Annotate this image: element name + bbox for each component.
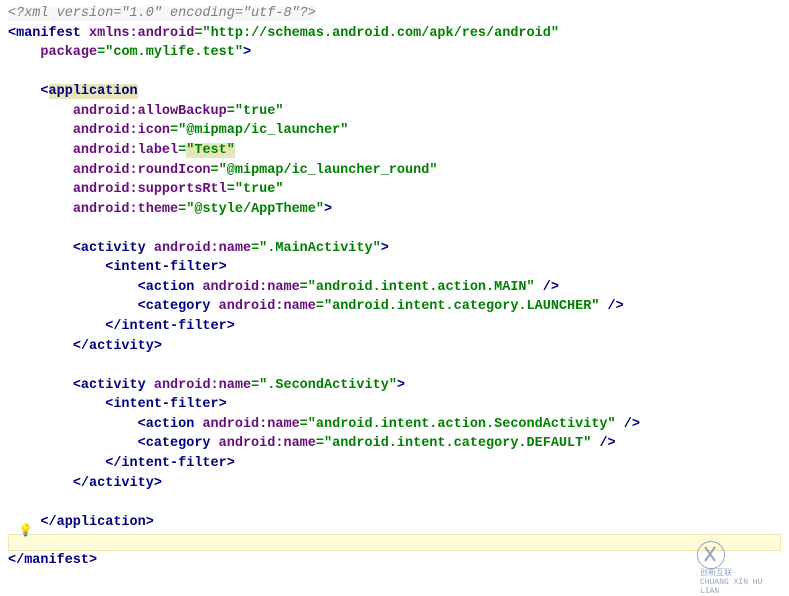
intent-filter2-open: <intent-filter>	[105, 397, 227, 412]
manifest-open-tag: <manifest	[8, 26, 81, 41]
xmlns-val: http://schemas.android.com/apk/res/andro…	[211, 26, 551, 41]
code-editor[interactable]: <?xml version="1.0" encoding="utf-8"?> <…	[8, 4, 781, 571]
package-val: com.mylife.test	[113, 45, 235, 60]
attr-theme: android:theme	[73, 202, 178, 217]
activity1-close: </activity>	[73, 339, 162, 354]
attr-supportsRtl: android:supportsRtl	[73, 182, 227, 197]
activity1-open: <activity	[73, 241, 146, 256]
attr-allowBackup: android:allowBackup	[73, 104, 227, 119]
intent-filter1-open: <intent-filter>	[105, 260, 227, 275]
activity2-open: <activity	[73, 378, 146, 393]
attr-icon: android:icon	[73, 123, 170, 138]
logo-circle-icon	[697, 541, 725, 569]
intent-filter1-close: </intent-filter>	[105, 319, 235, 334]
logo-text-en: CHUANG XIN HU LIAN	[700, 578, 762, 596]
xmlns-key: xmlns:android	[89, 26, 194, 41]
application-close: </application>	[40, 515, 153, 530]
activity2-close: </activity>	[73, 476, 162, 491]
application-tag: application	[49, 84, 138, 99]
intent-filter2-close: </intent-filter>	[105, 456, 235, 471]
watermark-logo: 创新互联CHUANG XIN HU LIAN	[697, 541, 777, 567]
attr-label: android:label	[73, 143, 178, 158]
package-key: package	[40, 45, 97, 60]
manifest-close-line: </manifest>	[8, 551, 781, 571]
attr-roundIcon: android:roundIcon	[73, 163, 211, 178]
logo-text-cn: 创新互联	[700, 569, 732, 578]
xml-processing-instruction: <?xml version="1.0" encoding="utf-8"?>	[8, 6, 316, 21]
code-block[interactable]: <?xml version="1.0" encoding="utf-8"?> <…	[8, 4, 781, 532]
lightbulb-icon[interactable]: 💡	[18, 523, 33, 540]
